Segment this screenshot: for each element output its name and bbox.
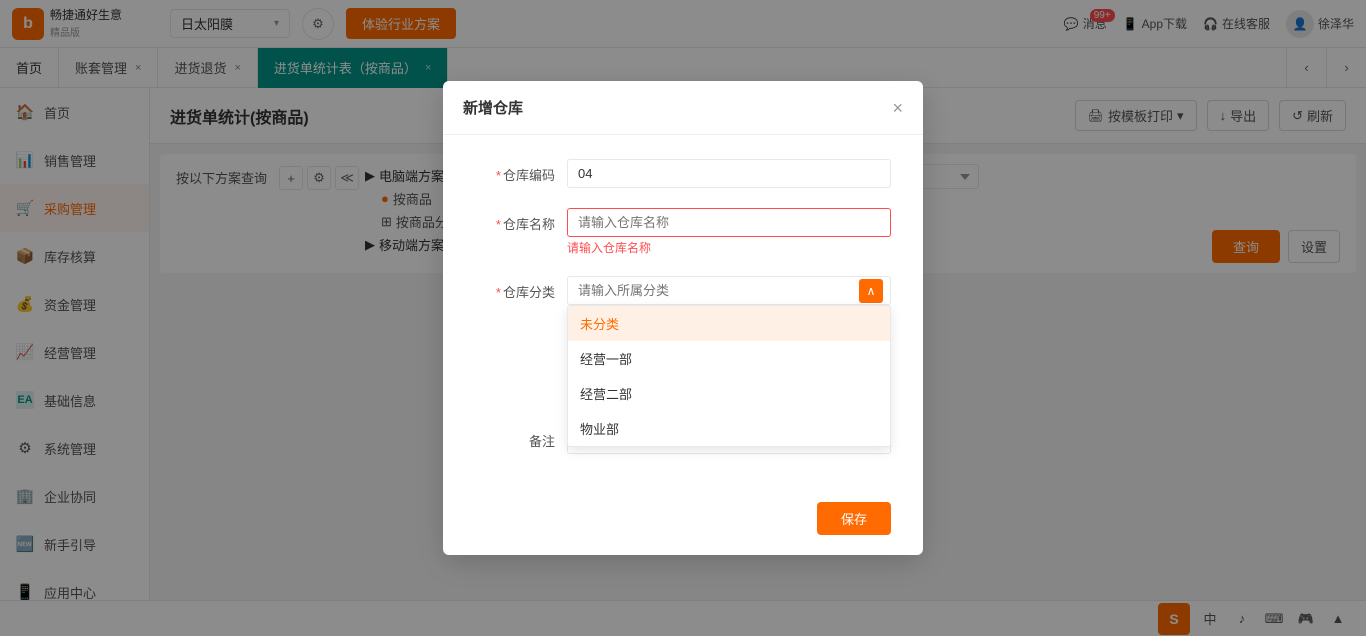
name-form-row: 仓库名称 请输入仓库名称 [475, 208, 891, 256]
code-form-row: 仓库编码 [475, 159, 891, 188]
add-warehouse-modal: 新增仓库 × 仓库编码 仓库名称 请输入仓库名称 仓库分类 [443, 81, 923, 555]
note-label: 备注 [475, 425, 555, 450]
dropdown-item-property[interactable]: 物业部 [568, 411, 890, 446]
category-label: 仓库分类 [475, 276, 555, 301]
category-select-wrap: ∧ [567, 276, 891, 305]
category-dropdown: 未分类 经营一部 经营二部 物业部 [567, 305, 891, 447]
dropdown-item-uncategorized[interactable]: 未分类 [568, 306, 890, 341]
category-toggle-btn[interactable]: ∧ [859, 279, 883, 303]
modal-title: 新增仓库 [463, 97, 523, 118]
modal-overlay: 新增仓库 × 仓库编码 仓库名称 请输入仓库名称 仓库分类 [0, 0, 1366, 636]
modal-header: 新增仓库 × [443, 81, 923, 135]
save-button[interactable]: 保存 [817, 502, 891, 535]
name-input[interactable] [567, 208, 891, 237]
category-input[interactable] [567, 276, 891, 305]
code-input[interactable] [567, 159, 891, 188]
name-error-msg: 请输入仓库名称 [567, 239, 891, 256]
dropdown-item-dept1[interactable]: 经营一部 [568, 341, 890, 376]
name-label: 仓库名称 [475, 208, 555, 233]
modal-body: 仓库编码 仓库名称 请输入仓库名称 仓库分类 ∧ [443, 135, 923, 490]
dropdown-item-dept2[interactable]: 经营二部 [568, 376, 890, 411]
modal-close-button[interactable]: × [892, 99, 903, 117]
modal-footer: 保存 [443, 490, 923, 555]
category-form-row: 仓库分类 ∧ 未分类 经营一部 经营二部 物业部 [475, 276, 891, 305]
code-label: 仓库编码 [475, 159, 555, 184]
